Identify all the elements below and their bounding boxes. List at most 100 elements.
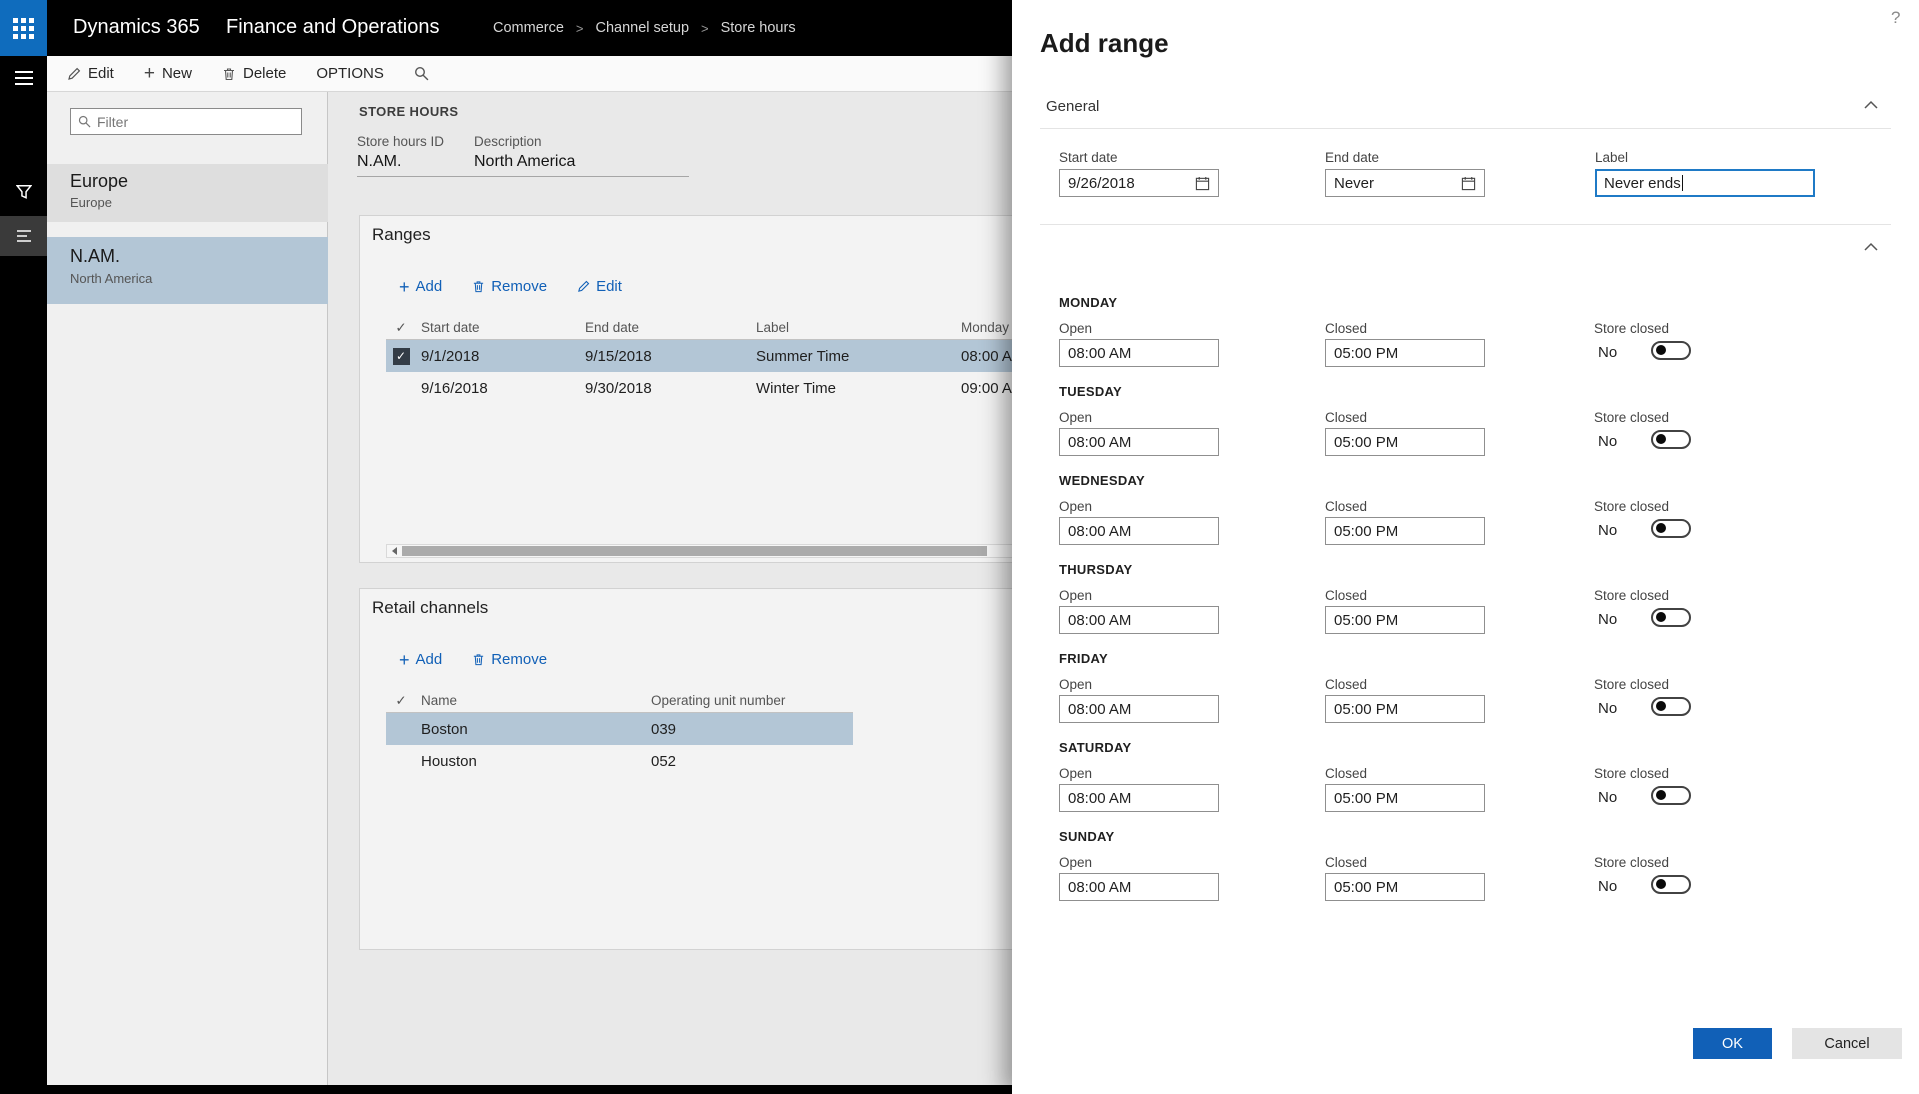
open-time-input[interactable]: [1059, 517, 1219, 545]
description-value[interactable]: North America: [474, 153, 689, 177]
closed-label: Closed: [1325, 499, 1367, 514]
open-label: Open: [1059, 766, 1092, 781]
plus-icon: +: [144, 67, 155, 81]
chevron-up-icon[interactable]: [1864, 242, 1878, 251]
hamburger-menu-button[interactable]: [0, 58, 47, 98]
store-closed-toggle[interactable]: [1651, 786, 1691, 805]
closed-label: Closed: [1325, 321, 1367, 336]
end-date-input[interactable]: [1325, 169, 1485, 197]
calendar-icon[interactable]: [1461, 176, 1476, 191]
toolbar-search-button[interactable]: [414, 66, 429, 81]
delete-button[interactable]: Delete: [222, 65, 286, 82]
store-closed-value: No: [1598, 700, 1617, 717]
open-time-input[interactable]: [1059, 784, 1219, 812]
remove-button[interactable]: Remove: [472, 278, 547, 295]
ok-button[interactable]: OK: [1693, 1028, 1772, 1059]
open-time-input[interactable]: [1059, 695, 1219, 723]
navigation-pane-button[interactable]: [0, 216, 47, 256]
column-end-date[interactable]: End date: [580, 320, 751, 335]
options-menu[interactable]: OPTIONS: [316, 65, 384, 82]
closed-time-input[interactable]: [1325, 873, 1485, 901]
filter-box[interactable]: [70, 108, 302, 135]
edit-label: Edit: [596, 278, 622, 295]
cancel-button[interactable]: Cancel: [1792, 1028, 1902, 1059]
select-all-check-icon[interactable]: ✓: [386, 693, 416, 709]
column-start-date[interactable]: Start date: [416, 320, 580, 335]
table-row[interactable]: 9/16/2018 9/30/2018 Winter Time 09:00 AM: [386, 372, 1076, 404]
store-closed-toggle[interactable]: [1651, 519, 1691, 538]
column-label[interactable]: Label: [751, 320, 956, 335]
new-button[interactable]: + New: [144, 65, 192, 82]
list-item-title: N.AM.: [70, 246, 120, 267]
calendar-icon[interactable]: [1195, 176, 1210, 191]
remove-button[interactable]: Remove: [472, 651, 547, 668]
horizontal-scrollbar[interactable]: [386, 544, 1038, 558]
scrollbar-thumb[interactable]: [402, 546, 987, 556]
closed-time-input[interactable]: [1325, 695, 1485, 723]
list-item-nam[interactable]: N.AM. North America: [47, 237, 328, 304]
breadcrumb-store-hours[interactable]: Store hours: [721, 20, 796, 36]
funnel-icon: [16, 184, 32, 200]
add-button[interactable]: + Add: [399, 651, 442, 668]
scroll-left-icon[interactable]: [387, 545, 401, 557]
remove-label: Remove: [491, 651, 547, 668]
open-time-input[interactable]: [1059, 606, 1219, 634]
end-date-value[interactable]: [1334, 175, 1455, 192]
page-title: STORE HOURS: [359, 104, 459, 119]
toggle-knob-icon: [1656, 612, 1666, 622]
breadcrumb-commerce[interactable]: Commerce: [493, 20, 564, 36]
store-closed-toggle[interactable]: [1651, 697, 1691, 716]
breadcrumb: Commerce > Channel setup > Store hours: [493, 20, 796, 36]
list-item-subtitle: Europe: [70, 195, 112, 210]
label-value: Never ends: [1604, 175, 1681, 192]
row-checkbox[interactable]: ✓: [386, 347, 416, 365]
add-button[interactable]: + Add: [399, 278, 442, 295]
select-all-check-icon[interactable]: ✓: [386, 320, 416, 336]
store-closed-toggle[interactable]: [1651, 430, 1691, 449]
open-label: Open: [1059, 321, 1092, 336]
edit-button[interactable]: Edit: [577, 278, 622, 295]
table-row[interactable]: Houston 052: [386, 745, 853, 777]
closed-label: Closed: [1325, 855, 1367, 870]
edit-button[interactable]: Edit: [67, 65, 114, 82]
closed-time-input[interactable]: [1325, 784, 1485, 812]
filter-input[interactable]: [97, 114, 294, 130]
help-icon[interactable]: ?: [1891, 8, 1900, 28]
column-operating-unit-number[interactable]: Operating unit number: [646, 693, 853, 708]
start-date-value[interactable]: [1068, 175, 1189, 192]
open-time-input[interactable]: [1059, 339, 1219, 367]
store-closed-toggle[interactable]: [1651, 341, 1691, 360]
store-hours-id-value[interactable]: N.AM.: [357, 153, 479, 177]
toggle-knob-icon: [1656, 345, 1666, 355]
store-closed-label: Store closed: [1594, 410, 1669, 425]
app-name[interactable]: Finance and Operations: [226, 16, 439, 39]
text-caret: [1682, 175, 1683, 191]
label-input[interactable]: Never ends: [1595, 169, 1815, 197]
closed-label: Closed: [1325, 410, 1367, 425]
start-date-input[interactable]: [1059, 169, 1219, 197]
day-name: FRIDAY: [1059, 651, 1108, 666]
closed-time-input[interactable]: [1325, 517, 1485, 545]
open-time-input[interactable]: [1059, 428, 1219, 456]
app-launcher-button[interactable]: [0, 0, 47, 56]
table-row[interactable]: ✓ 9/1/2018 9/15/2018 Summer Time 08:00 A…: [386, 340, 1076, 372]
closed-time-input[interactable]: [1325, 606, 1485, 634]
column-name[interactable]: Name: [416, 693, 646, 708]
open-time-input[interactable]: [1059, 873, 1219, 901]
closed-time-input[interactable]: [1325, 428, 1485, 456]
remove-label: Remove: [491, 278, 547, 295]
store-closed-toggle[interactable]: [1651, 608, 1691, 627]
trash-icon: [472, 280, 485, 293]
store-closed-toggle[interactable]: [1651, 875, 1691, 894]
list-item-europe[interactable]: Europe Europe: [47, 164, 328, 222]
cell-start-date: 9/1/2018: [416, 348, 580, 365]
day-section-thursday: THURSDAY Open Closed Store closed No: [1059, 562, 1859, 642]
filter-rail-button[interactable]: [0, 172, 47, 212]
table-row[interactable]: Boston 039: [386, 713, 853, 745]
day-section-sunday: SUNDAY Open Closed Store closed No: [1059, 829, 1859, 909]
closed-time-input[interactable]: [1325, 339, 1485, 367]
section-divider: [1040, 224, 1891, 225]
breadcrumb-channel-setup[interactable]: Channel setup: [596, 20, 690, 36]
day-name: WEDNESDAY: [1059, 473, 1145, 488]
chevron-up-icon[interactable]: [1864, 100, 1878, 109]
